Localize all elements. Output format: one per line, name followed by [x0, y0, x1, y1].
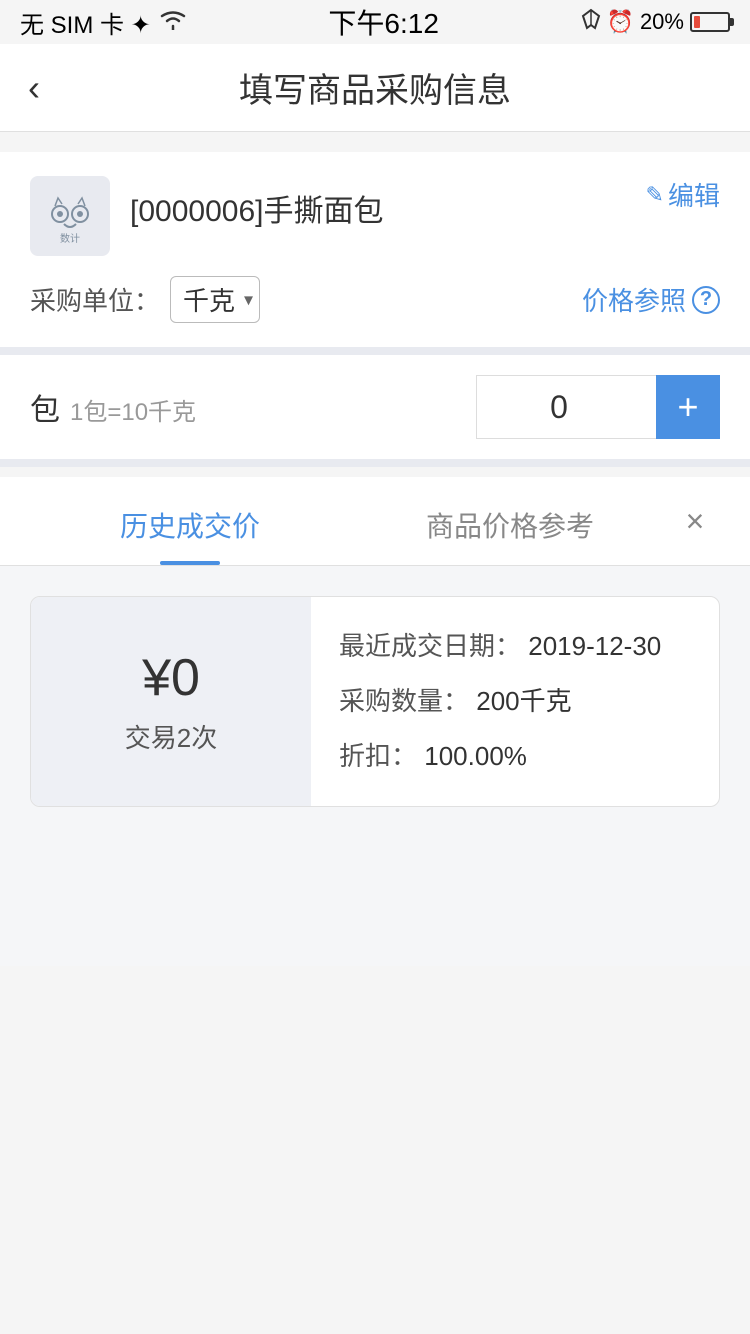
edit-label: 编辑 — [668, 176, 720, 213]
qty-label: 采购数量： — [339, 686, 469, 716]
quantity-row: 包 1包=10千克 + — [0, 355, 750, 459]
edit-icon: ✎ — [646, 182, 664, 208]
product-header: 数计 [0000006]手撕面包 ✎ 编辑 — [30, 176, 720, 256]
close-icon: × — [686, 503, 705, 540]
price-amount: ¥0 — [142, 648, 200, 708]
date-label: 最近成交日期： — [339, 631, 521, 661]
qty-value: 200千克 — [476, 686, 571, 716]
section-divider-2 — [0, 459, 750, 467]
tab-close-button[interactable]: × — [670, 496, 720, 546]
product-section: 数计 [0000006]手撕面包 ✎ 编辑 采购单位： 千克 价格参照 ? — [0, 152, 750, 347]
back-button[interactable]: ‹ — [28, 67, 40, 109]
date-value: 2019-12-30 — [528, 631, 661, 661]
edit-button[interactable]: ✎ 编辑 — [646, 176, 720, 213]
status-time: 下午6:12 — [328, 2, 439, 42]
battery-percent: 20% — [640, 9, 684, 35]
unit-select[interactable]: 千克 — [170, 276, 260, 323]
product-left: 数计 [0000006]手撕面包 — [30, 176, 383, 256]
tabs-section: 历史成交价 商品价格参考 × ¥0 交易2次 最近成交日期： 2019-12-3… — [0, 477, 750, 966]
product-thumbnail: 数计 — [30, 176, 110, 256]
status-right: ⏰ 20% — [581, 8, 730, 36]
product-name: [0000006]手撕面包 — [130, 176, 383, 230]
price-qty-row: 采购数量： 200千克 — [339, 682, 691, 721]
quantity-conversion: 1包=10千克 — [70, 392, 196, 427]
discount-label: 折扣： — [339, 741, 417, 771]
price-right-panel: 最近成交日期： 2019-12-30 采购数量： 200千克 折扣： 100.0… — [311, 597, 719, 806]
alarm-icon: ⏰ — [607, 9, 634, 35]
price-ref-button[interactable]: 价格参照 ? — [582, 281, 720, 318]
price-date-row: 最近成交日期： 2019-12-30 — [339, 627, 691, 666]
status-left: 无 SIM 卡 ✦ — [20, 5, 187, 40]
quantity-plus-button[interactable]: + — [656, 375, 720, 439]
price-ref-label: 价格参照 — [582, 281, 686, 318]
unit-wrapper[interactable]: 千克 — [170, 276, 260, 323]
tab-product-price-ref-label: 商品价格参考 — [426, 511, 594, 542]
purchase-unit: 采购单位： 千克 — [30, 276, 260, 323]
price-content: ¥0 交易2次 最近成交日期： 2019-12-30 采购数量： 200千克 折… — [0, 566, 750, 966]
purchase-unit-label: 采购单位： — [30, 281, 160, 318]
tab-product-price-ref[interactable]: 商品价格参考 — [350, 477, 670, 565]
status-bar: 无 SIM 卡 ✦ 下午6:12 ⏰ 20% — [0, 0, 750, 44]
quantity-input[interactable] — [476, 375, 656, 439]
tabs-bar: 历史成交价 商品价格参考 × — [0, 477, 750, 566]
product-meta: 采购单位： 千克 价格参照 ? — [30, 276, 720, 323]
nav-bar: ‹ 填写商品采购信息 — [0, 44, 750, 132]
price-trades: 交易2次 — [125, 718, 217, 755]
location-icon — [581, 8, 601, 36]
quantity-controls: + — [476, 375, 720, 439]
quantity-unit: 包 — [30, 385, 60, 429]
price-left-panel: ¥0 交易2次 — [31, 597, 311, 806]
wifi-icon — [159, 8, 187, 37]
section-divider — [0, 347, 750, 355]
tab-history-price[interactable]: 历史成交价 — [30, 477, 350, 565]
tab-history-price-label: 历史成交价 — [120, 511, 260, 542]
sim-status: 无 SIM 卡 ✦ — [20, 5, 151, 40]
discount-value: 100.00% — [424, 741, 527, 771]
quantity-label: 包 1包=10千克 — [30, 385, 196, 429]
price-card: ¥0 交易2次 最近成交日期： 2019-12-30 采购数量： 200千克 折… — [30, 596, 720, 807]
svg-text:数计: 数计 — [60, 232, 80, 245]
battery-icon — [690, 12, 730, 32]
question-icon: ? — [692, 286, 720, 314]
price-discount-row: 折扣： 100.00% — [339, 737, 691, 776]
page-title: 填写商品采购信息 — [239, 63, 511, 112]
